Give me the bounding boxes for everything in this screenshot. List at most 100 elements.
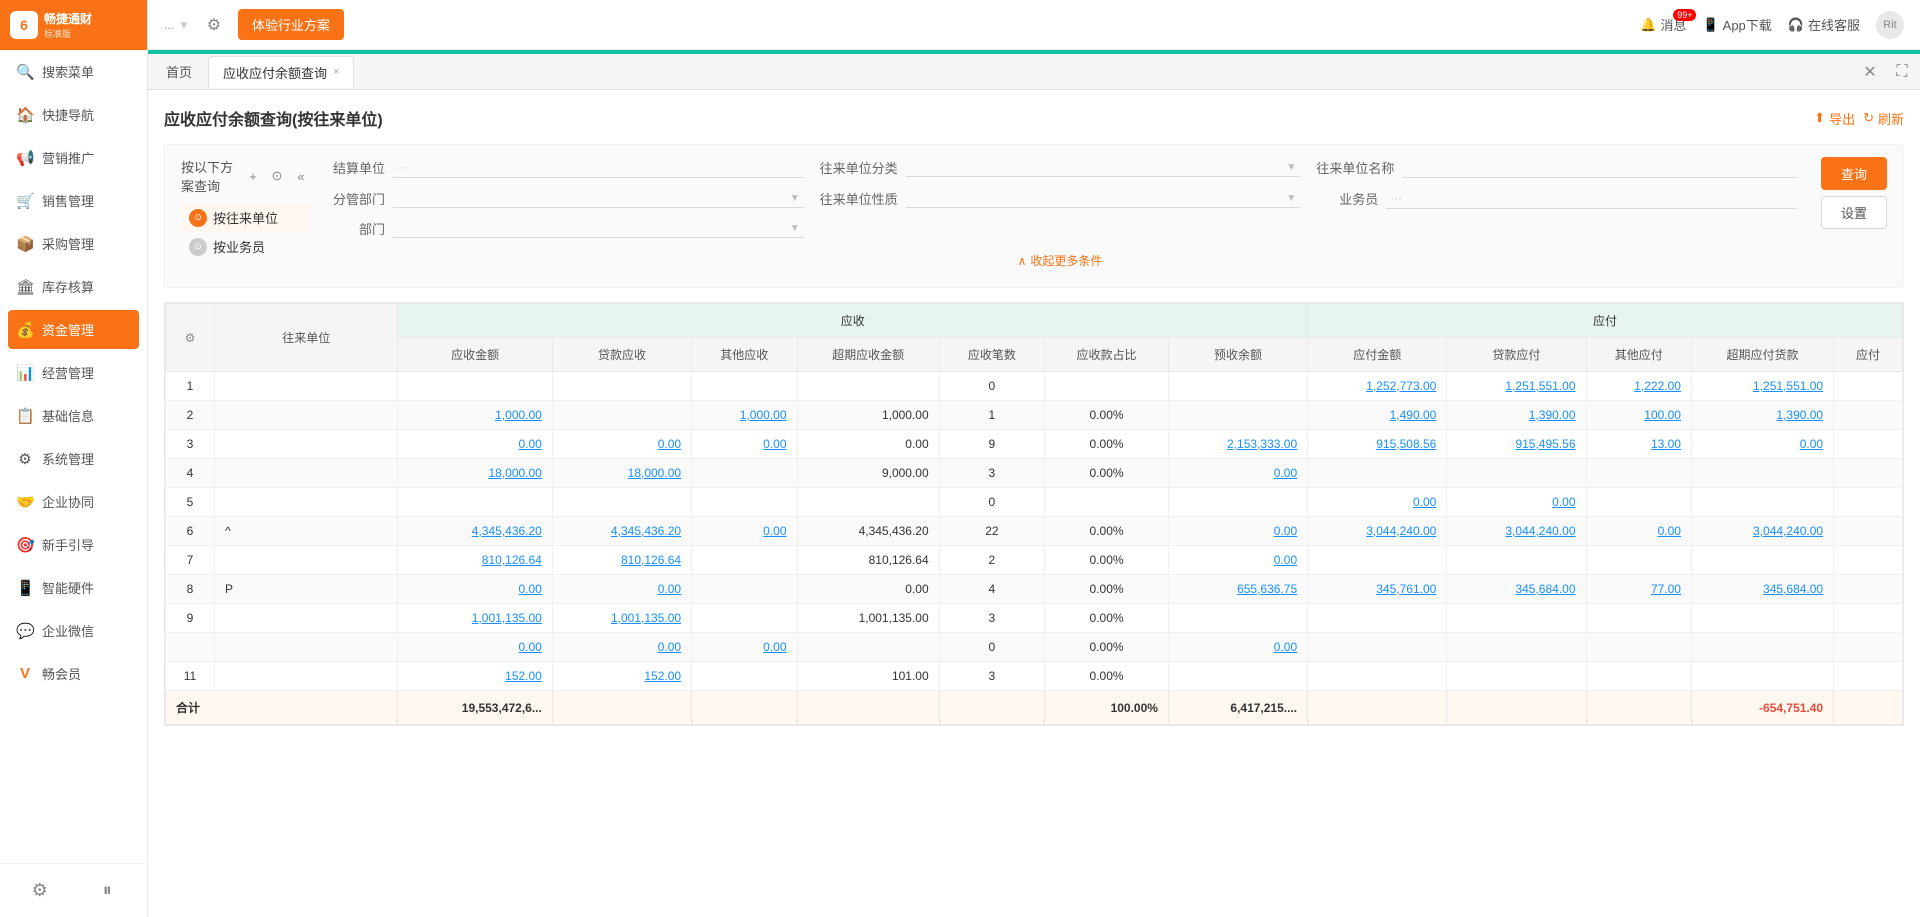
cell-link[interactable]: 915,495.56 bbox=[1515, 437, 1575, 451]
cell-link[interactable]: 0.00 bbox=[1274, 466, 1297, 480]
tab-close-icon[interactable]: × bbox=[333, 66, 339, 78]
table-cell[interactable]: 0.00 bbox=[1586, 517, 1691, 546]
table-cell[interactable] bbox=[1308, 604, 1447, 633]
table-cell[interactable] bbox=[1447, 546, 1586, 575]
table-cell[interactable]: 2,153,333.00 bbox=[1168, 430, 1307, 459]
table-cell[interactable]: 3,044,240.00 bbox=[1691, 517, 1833, 546]
cell-link[interactable]: 3,044,240.00 bbox=[1366, 524, 1436, 538]
cell-link[interactable]: 1,390.00 bbox=[1776, 408, 1823, 422]
table-cell[interactable]: 0.00 bbox=[1168, 546, 1307, 575]
table-cell[interactable] bbox=[1168, 604, 1307, 633]
table-cell[interactable]: 0.00 bbox=[692, 633, 797, 662]
field-control-salesman[interactable]: ··· bbox=[1386, 188, 1797, 209]
table-cell[interactable]: 0.00 bbox=[552, 430, 691, 459]
cell-link[interactable]: 1,001,135.00 bbox=[472, 611, 542, 625]
cell-link[interactable]: 0.00 bbox=[519, 437, 542, 451]
sidebar-item-system[interactable]: ⚙ 系统管理 bbox=[0, 437, 147, 480]
filter-collapse-btn[interactable]: ∧ 收起更多条件 bbox=[323, 246, 1797, 275]
table-cell[interactable]: 0.00 bbox=[552, 575, 691, 604]
table-cell[interactable] bbox=[552, 488, 691, 517]
table-cell[interactable]: 18,000.00 bbox=[552, 459, 691, 488]
cell-link[interactable]: 915,508.56 bbox=[1376, 437, 1436, 451]
table-cell[interactable] bbox=[692, 488, 797, 517]
cell-link[interactable]: 345,684.00 bbox=[1515, 582, 1575, 596]
cell-link[interactable]: 77.00 bbox=[1651, 582, 1681, 596]
table-cell[interactable] bbox=[1308, 662, 1447, 691]
online-service-btn[interactable]: 🎧 在线客服 bbox=[1788, 15, 1860, 34]
table-cell[interactable]: 810,126.64 bbox=[552, 546, 691, 575]
table-cell[interactable]: 0.00 bbox=[1168, 459, 1307, 488]
sidebar-item-sales[interactable]: 🛒 销售管理 bbox=[0, 179, 147, 222]
field-control-dept[interactable]: ▼ bbox=[393, 190, 804, 208]
table-cell[interactable]: 0.00 bbox=[398, 430, 552, 459]
collapse-scheme-btn[interactable]: « bbox=[291, 166, 311, 186]
table-cell[interactable]: 345,761.00 bbox=[1308, 575, 1447, 604]
table-cell[interactable] bbox=[1586, 604, 1691, 633]
cell-link[interactable]: 0.00 bbox=[658, 582, 681, 596]
cell-link[interactable]: 2,153,333.00 bbox=[1227, 437, 1297, 451]
table-cell[interactable]: 1,251,551.00 bbox=[1691, 372, 1833, 401]
sidebar-item-purchase[interactable]: 📦 采购管理 bbox=[0, 222, 147, 265]
sidebar-item-operation[interactable]: 📊 经营管理 bbox=[0, 351, 147, 394]
table-cell[interactable] bbox=[398, 372, 552, 401]
cell-link[interactable]: 1,251,551.00 bbox=[1753, 379, 1823, 393]
table-cell[interactable]: 152.00 bbox=[552, 662, 691, 691]
cell-link[interactable]: 0.00 bbox=[1274, 524, 1297, 538]
settings-scheme-btn[interactable]: ⊙ bbox=[267, 166, 287, 186]
cell-link[interactable]: 18,000.00 bbox=[488, 466, 541, 480]
table-cell[interactable]: 0.00 bbox=[1308, 488, 1447, 517]
cell-link[interactable]: 4,345,436.20 bbox=[611, 524, 681, 538]
table-cell[interactable]: 0.00 bbox=[692, 517, 797, 546]
table-cell[interactable] bbox=[692, 575, 797, 604]
tab-expand-btn[interactable]: ⛶ bbox=[1888, 58, 1916, 86]
tab-close-window-btn[interactable]: ✕ bbox=[1856, 58, 1884, 86]
table-cell[interactable]: 1,390.00 bbox=[1447, 401, 1586, 430]
table-cell[interactable] bbox=[1586, 546, 1691, 575]
table-settings-header[interactable]: ⚙ bbox=[166, 304, 215, 372]
table-cell[interactable] bbox=[1447, 604, 1586, 633]
sidebar-item-search[interactable]: 🔍 搜索菜单 bbox=[0, 50, 147, 93]
table-cell[interactable]: 4,345,436.20 bbox=[552, 517, 691, 546]
table-cell[interactable]: 1,001,135.00 bbox=[398, 604, 552, 633]
table-cell[interactable] bbox=[1447, 459, 1586, 488]
cell-link[interactable]: 1,001,135.00 bbox=[611, 611, 681, 625]
table-cell[interactable]: 100.00 bbox=[1586, 401, 1691, 430]
sidebar-item-marketing[interactable]: 📢 营销推广 bbox=[0, 136, 147, 179]
header-gear-btn[interactable]: ⚙ bbox=[200, 11, 228, 39]
table-cell[interactable] bbox=[1447, 662, 1586, 691]
table-cell[interactable]: 3,044,240.00 bbox=[1308, 517, 1447, 546]
table-cell[interactable] bbox=[692, 459, 797, 488]
table-cell[interactable] bbox=[1308, 459, 1447, 488]
cell-link[interactable]: 1,000.00 bbox=[495, 408, 542, 422]
app-download-btn[interactable]: 📱 App下载 bbox=[1702, 15, 1771, 34]
cell-link[interactable]: 1,390.00 bbox=[1529, 408, 1576, 422]
cell-link[interactable]: 100.00 bbox=[1644, 408, 1681, 422]
cell-link[interactable]: 152.00 bbox=[505, 669, 542, 683]
table-cell[interactable]: 0.00 bbox=[1168, 517, 1307, 546]
sidebar-item-wechat[interactable]: 💬 企业微信 bbox=[0, 609, 147, 652]
cell-link[interactable]: 345,684.00 bbox=[1763, 582, 1823, 596]
table-cell[interactable]: 0.00 bbox=[398, 633, 552, 662]
table-cell[interactable] bbox=[552, 401, 691, 430]
table-cell[interactable] bbox=[1691, 633, 1833, 662]
cell-link[interactable]: 3,044,240.00 bbox=[1505, 524, 1575, 538]
table-cell[interactable]: 655,636.75 bbox=[1168, 575, 1307, 604]
cell-link[interactable]: 0.00 bbox=[519, 640, 542, 654]
field-control-partner-name[interactable] bbox=[1402, 157, 1797, 178]
partner-name-input[interactable] bbox=[1406, 160, 1793, 174]
table-cell[interactable] bbox=[1691, 546, 1833, 575]
cell-link[interactable]: 655,636.75 bbox=[1237, 582, 1297, 596]
table-cell[interactable] bbox=[692, 372, 797, 401]
filter-nav-by-partner[interactable]: ⊙ 按往来单位 bbox=[181, 203, 311, 232]
table-cell[interactable]: 0.00 bbox=[1447, 488, 1586, 517]
table-cell[interactable]: 345,684.00 bbox=[1691, 575, 1833, 604]
table-cell[interactable] bbox=[1691, 459, 1833, 488]
table-cell[interactable]: 1,251,551.00 bbox=[1447, 372, 1586, 401]
cell-link[interactable]: 0.00 bbox=[658, 640, 681, 654]
table-cell[interactable]: 0.00 bbox=[1691, 430, 1833, 459]
table-cell[interactable] bbox=[1691, 604, 1833, 633]
table-cell[interactable]: 1,490.00 bbox=[1308, 401, 1447, 430]
table-cell[interactable]: 152.00 bbox=[398, 662, 552, 691]
table-cell[interactable] bbox=[692, 604, 797, 633]
table-cell[interactable]: 810,126.64 bbox=[398, 546, 552, 575]
